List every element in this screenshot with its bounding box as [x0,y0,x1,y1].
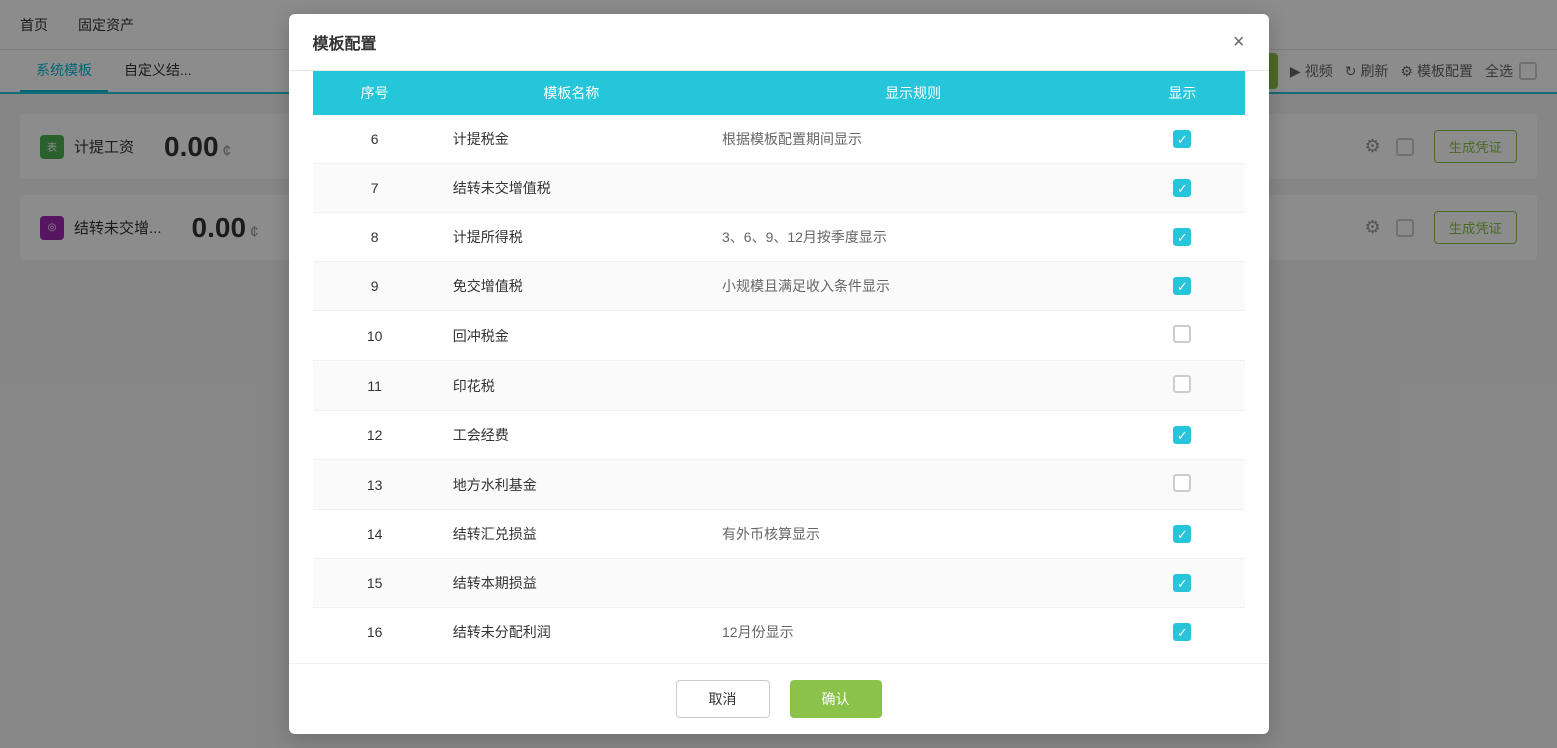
table-row: 7结转未交增值税 [313,164,1245,213]
cell-rule: 有外币核算显示 [706,510,1120,559]
close-icon[interactable]: × [1233,32,1245,52]
cell-rule [706,411,1120,460]
col-header-id: 序号 [313,71,437,115]
row-checkbox-7[interactable] [1173,179,1191,197]
row-checkbox-14[interactable] [1173,525,1191,543]
confirm-button[interactable]: 确认 [790,680,882,718]
cell-rule: 3、6、9、12月按季度显示 [706,213,1120,262]
cell-rule [706,164,1120,213]
cell-rule [706,311,1120,361]
dialog-header: 模板配置 × [289,14,1269,71]
modal-overlay: 模板配置 × 序号 模板名称 显示规则 显示 6计提税金根据模板配置期间显示7结… [0,0,1557,748]
cell-id: 8 [313,213,437,262]
table-row: 12工会经费 [313,411,1245,460]
cell-id: 13 [313,460,437,510]
row-checkbox-16[interactable] [1173,623,1191,641]
cell-checkbox [1120,411,1244,460]
dialog-body: 序号 模板名称 显示规则 显示 6计提税金根据模板配置期间显示7结转未交增值税8… [289,71,1269,663]
cell-checkbox [1120,460,1244,510]
cell-id: 6 [313,115,437,164]
col-header-rule: 显示规则 [706,71,1120,115]
cell-rule: 根据模板配置期间显示 [706,115,1120,164]
row-checkbox-10[interactable] [1173,325,1191,343]
cell-checkbox [1120,361,1244,411]
cell-rule [706,361,1120,411]
table-row: 14结转汇兑损益有外币核算显示 [313,510,1245,559]
cell-name: 结转未交增值税 [437,164,706,213]
cell-checkbox [1120,115,1244,164]
row-checkbox-11[interactable] [1173,375,1191,393]
cancel-button[interactable]: 取消 [676,680,770,718]
cell-id: 16 [313,608,437,657]
cell-checkbox [1120,559,1244,608]
cell-rule [706,460,1120,510]
col-header-name: 模板名称 [437,71,706,115]
cell-name: 印花税 [437,361,706,411]
cell-id: 15 [313,559,437,608]
table-row: 8计提所得税3、6、9、12月按季度显示 [313,213,1245,262]
table-row: 13地方水利基金 [313,460,1245,510]
row-checkbox-12[interactable] [1173,426,1191,444]
template-config-dialog: 模板配置 × 序号 模板名称 显示规则 显示 6计提税金根据模板配置期间显示7结… [289,14,1269,734]
col-header-show: 显示 [1120,71,1244,115]
table-row: 15结转本期损益 [313,559,1245,608]
row-checkbox-6[interactable] [1173,130,1191,148]
cell-checkbox [1120,608,1244,657]
table-row: 11印花税 [313,361,1245,411]
table-row: 6计提税金根据模板配置期间显示 [313,115,1245,164]
cell-name: 结转本期损益 [437,559,706,608]
cell-name: 计提税金 [437,115,706,164]
cell-rule: 12月份显示 [706,608,1120,657]
cell-checkbox [1120,262,1244,311]
cell-name: 结转未分配利润 [437,608,706,657]
row-checkbox-15[interactable] [1173,574,1191,592]
cell-name: 工会经费 [437,411,706,460]
cell-checkbox [1120,510,1244,559]
table-header: 序号 模板名称 显示规则 显示 [313,71,1245,115]
config-table: 序号 模板名称 显示规则 显示 6计提税金根据模板配置期间显示7结转未交增值税8… [313,71,1245,656]
table-row: 10回冲税金 [313,311,1245,361]
cell-id: 14 [313,510,437,559]
cell-name: 回冲税金 [437,311,706,361]
row-checkbox-8[interactable] [1173,228,1191,246]
dialog-footer: 取消 确认 [289,663,1269,734]
cell-id: 11 [313,361,437,411]
cell-name: 结转汇兑损益 [437,510,706,559]
cell-name: 地方水利基金 [437,460,706,510]
cell-id: 10 [313,311,437,361]
cell-checkbox [1120,164,1244,213]
cell-rule [706,559,1120,608]
cell-id: 9 [313,262,437,311]
table-row: 16结转未分配利润12月份显示 [313,608,1245,657]
table-row: 9免交增值税小规模且满足收入条件显示 [313,262,1245,311]
cell-name: 计提所得税 [437,213,706,262]
dialog-title: 模板配置 [313,30,377,54]
row-checkbox-13[interactable] [1173,474,1191,492]
row-checkbox-9[interactable] [1173,277,1191,295]
cell-id: 7 [313,164,437,213]
cell-id: 12 [313,411,437,460]
cell-name: 免交增值税 [437,262,706,311]
cell-checkbox [1120,213,1244,262]
cell-checkbox [1120,311,1244,361]
cell-rule: 小规模且满足收入条件显示 [706,262,1120,311]
table-body: 6计提税金根据模板配置期间显示7结转未交增值税8计提所得税3、6、9、12月按季… [313,115,1245,656]
